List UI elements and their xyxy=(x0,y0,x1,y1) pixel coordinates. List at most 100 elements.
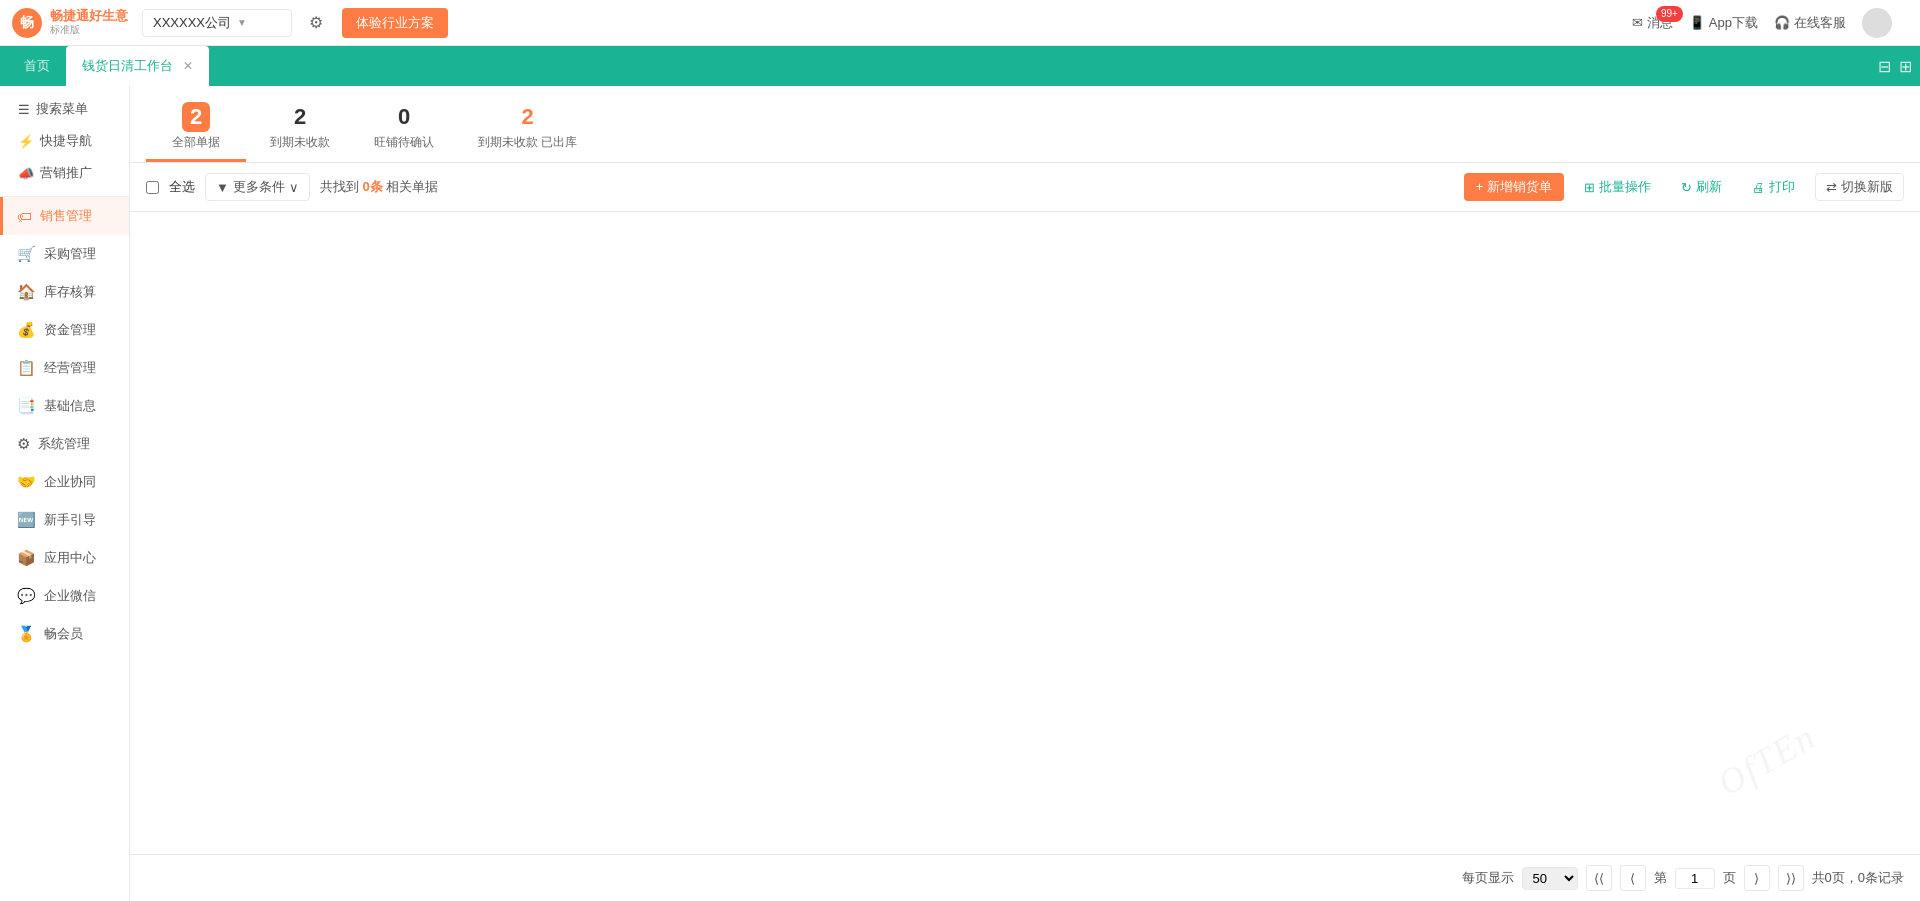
inventory-icon: 🏠 xyxy=(17,283,36,301)
purchase-icon: 🛒 xyxy=(17,245,36,263)
company-selector[interactable]: XXXXXX公司 ▼ xyxy=(142,9,292,37)
chevron-down-icon: ▼ xyxy=(237,17,247,28)
marketing-button[interactable]: 📣 营销推广 xyxy=(10,158,119,188)
sidebar-item-purchase-label: 采购管理 xyxy=(44,245,96,263)
prev-page-button[interactable]: ⟨ xyxy=(1620,865,1646,891)
select-all-label: 全选 xyxy=(169,178,195,196)
operations-icon: 📋 xyxy=(17,359,36,377)
add-sales-order-button[interactable]: + 新增销货单 xyxy=(1464,173,1564,201)
tab-minimize-icon[interactable]: ⊟ xyxy=(1878,57,1891,76)
marketing-label: 营销推广 xyxy=(40,164,92,182)
next-page-button[interactable]: ⟩ xyxy=(1744,865,1770,891)
sidebar-item-enterprise[interactable]: 🤝 企业协同 xyxy=(0,463,129,501)
stat-tab-all[interactable]: 2 全部单据 xyxy=(146,96,246,162)
tab-expand-icon[interactable]: ⊞ xyxy=(1899,57,1912,76)
message-icon: ✉ xyxy=(1632,15,1643,30)
page-label: 第 xyxy=(1654,869,1667,887)
app-subtitle: 标准版 xyxy=(50,23,128,37)
avatar[interactable] xyxy=(1862,8,1892,38)
stat-shipped-number: 2 xyxy=(514,102,542,132)
page-input[interactable] xyxy=(1675,868,1715,889)
sidebar-item-system[interactable]: ⚙ 系统管理 xyxy=(0,425,129,463)
print-label: 打印 xyxy=(1769,178,1795,196)
app-download-label: App下载 xyxy=(1709,14,1758,32)
service-icon: 🎧 xyxy=(1774,15,1790,30)
sidebar-item-basic-info[interactable]: 📑 基础信息 xyxy=(0,387,129,425)
sidebar-item-member[interactable]: 🏅 畅会员 xyxy=(0,615,129,653)
online-service-button[interactable]: 🎧 在线客服 xyxy=(1774,14,1846,32)
sidebar-item-operations-label: 经营管理 xyxy=(44,359,96,377)
switch-icon: ⇄ xyxy=(1826,180,1837,195)
sidebar-item-enterprise-label: 企业协同 xyxy=(44,473,96,491)
gear-icon: ⚙ xyxy=(309,13,323,32)
sidebar-item-appstore[interactable]: 📦 应用中心 xyxy=(0,539,129,577)
print-button[interactable]: 🖨 打印 xyxy=(1742,174,1805,200)
sidebar-item-sales[interactable]: 🏷 销售管理 xyxy=(0,197,129,235)
top-right-area: ✉ 消息 99+ 📱 App下载 🎧 在线客服 xyxy=(1632,8,1908,38)
trial-button[interactable]: 体验行业方案 xyxy=(342,8,448,38)
per-page-select[interactable]: 50 100 200 xyxy=(1522,867,1578,890)
sidebar-item-finance[interactable]: 💰 资金管理 xyxy=(0,311,129,349)
sidebar-top-actions: ☰ 搜索菜单 ⚡ 快捷导航 📣 营销推广 xyxy=(0,86,129,197)
tab-close-icon[interactable]: ✕ xyxy=(183,59,193,73)
main-layout: ☰ 搜索菜单 ⚡ 快捷导航 📣 营销推广 🏷 销售管理 🛒 采购管理 🏠 库存核… xyxy=(0,86,1920,901)
tab-home-label: 首页 xyxy=(24,57,50,75)
found-count: 0条 xyxy=(363,179,383,194)
finance-icon: 💰 xyxy=(17,321,36,339)
stat-all-label: 全部单据 xyxy=(172,134,220,151)
stat-shipped-label: 到期未收款 已出库 xyxy=(478,134,577,151)
last-page-button[interactable]: ⟩⟩ xyxy=(1778,865,1804,891)
tab-home[interactable]: 首页 xyxy=(8,46,66,86)
refresh-button[interactable]: ↻ 刷新 xyxy=(1671,174,1732,200)
settings-button[interactable]: ⚙ xyxy=(300,7,332,39)
pagination: 每页显示 50 100 200 ⟨⟨ ⟨ 第 页 ⟩ ⟩⟩ 共0页，0条记录 xyxy=(130,854,1920,901)
stat-tab-shipped[interactable]: 2 到期未收款 已出库 xyxy=(458,96,597,162)
sidebar-item-wechat-label: 企业微信 xyxy=(44,587,96,605)
app-title: 畅捷通好生意 xyxy=(50,8,128,24)
filter-label: 更多条件 xyxy=(233,178,285,196)
print-icon: 🖨 xyxy=(1752,180,1765,195)
sidebar-item-guide[interactable]: 🆕 新手引导 xyxy=(0,501,129,539)
sales-icon: 🏷 xyxy=(17,208,32,225)
quick-nav-label: 快捷导航 xyxy=(40,132,92,150)
search-menu-button[interactable]: ☰ 搜索菜单 xyxy=(10,94,119,124)
online-service-label: 在线客服 xyxy=(1794,14,1846,32)
stat-pending-number: 0 xyxy=(390,102,418,132)
stat-tab-overdue[interactable]: 2 到期未收款 xyxy=(250,96,350,162)
toolbar-left: 全选 ▼ 更多条件 ∨ 共找到 0条 相关单据 xyxy=(146,173,1454,201)
app-download-button[interactable]: 📱 App下载 xyxy=(1689,14,1758,32)
basic-info-icon: 📑 xyxy=(17,397,36,415)
guide-icon: 🆕 xyxy=(17,511,36,529)
marketing-icon: 📣 xyxy=(18,166,34,181)
table-area xyxy=(130,212,1920,854)
content-area: 2 全部单据 2 到期未收款 0 旺铺待确认 2 到期未收款 已出库 全选 xyxy=(130,86,1920,901)
batch-operation-button[interactable]: ⊞ 批量操作 xyxy=(1574,174,1661,200)
sidebar-item-basic-info-label: 基础信息 xyxy=(44,397,96,415)
quick-nav-button[interactable]: ⚡ 快捷导航 xyxy=(10,126,119,156)
select-all-checkbox[interactable] xyxy=(146,181,159,194)
search-icon: ☰ xyxy=(18,102,30,117)
sidebar-item-member-label: 畅会员 xyxy=(44,625,83,643)
found-text: 共找到 0条 相关单据 xyxy=(320,178,438,196)
switch-version-button[interactable]: ⇄ 切换新版 xyxy=(1815,173,1904,201)
total-info: 共0页，0条记录 xyxy=(1812,869,1904,887)
wechat-icon: 💬 xyxy=(17,587,36,605)
tab-bar: 首页 钱货日清工作台 ✕ ⊟ ⊞ xyxy=(0,46,1920,86)
top-bar: 畅 畅捷通好生意 标准版 XXXXXX公司 ▼ ⚙ 体验行业方案 ✉ 消息 99… xyxy=(0,0,1920,46)
first-page-button[interactable]: ⟨⟨ xyxy=(1586,865,1612,891)
switch-label: 切换新版 xyxy=(1841,178,1893,196)
filter-button[interactable]: ▼ 更多条件 ∨ xyxy=(205,173,310,201)
sidebar-item-purchase[interactable]: 🛒 采购管理 xyxy=(0,235,129,273)
tab-workbench[interactable]: 钱货日清工作台 ✕ xyxy=(66,46,209,86)
sidebar-item-inventory[interactable]: 🏠 库存核算 xyxy=(0,273,129,311)
batch-label: 批量操作 xyxy=(1599,178,1651,196)
filter-icon: ▼ xyxy=(216,180,229,195)
stat-pending-label: 旺铺待确认 xyxy=(374,134,434,151)
tab-bar-actions: ⊟ ⊞ xyxy=(1878,57,1912,76)
logo-area: 畅 畅捷通好生意 标准版 xyxy=(12,8,142,38)
enterprise-icon: 🤝 xyxy=(17,473,36,491)
sidebar-item-wechat[interactable]: 💬 企业微信 xyxy=(0,577,129,615)
stat-tab-pending[interactable]: 0 旺铺待确认 xyxy=(354,96,454,162)
message-button[interactable]: ✉ 消息 99+ xyxy=(1632,14,1673,32)
sidebar-item-operations[interactable]: 📋 经营管理 xyxy=(0,349,129,387)
